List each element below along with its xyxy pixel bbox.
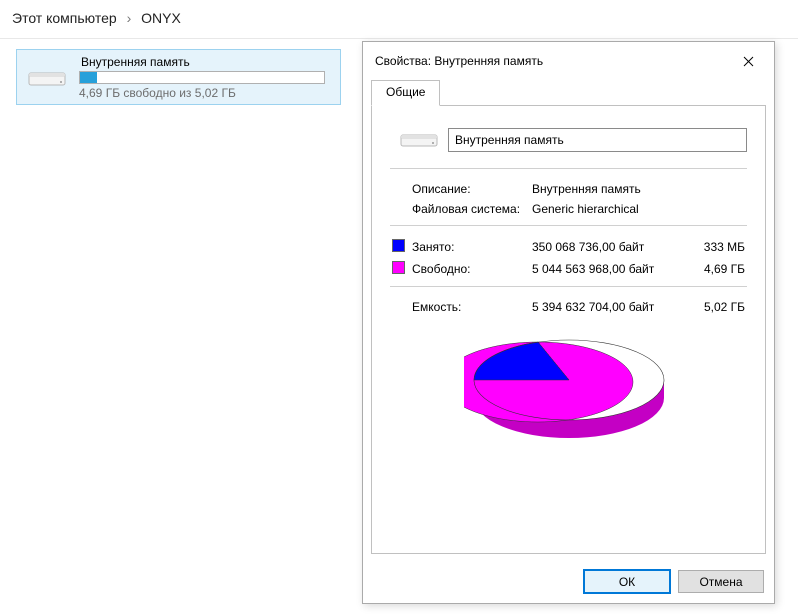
description-label: Описание: [410, 179, 530, 199]
breadcrumb-root[interactable]: Этот компьютер [12, 10, 117, 26]
capacity-bytes: 5 394 632 704,00 байт [530, 297, 677, 317]
free-hr: 4,69 ГБ [677, 258, 747, 280]
free-bytes: 5 044 563 968,00 байт [530, 258, 677, 280]
drive-icon [390, 126, 448, 154]
dialog-titlebar[interactable]: Свойства: Внутренняя память [363, 42, 774, 80]
drive-title: Внутренняя память [79, 55, 332, 69]
drive-subtitle: 4,69 ГБ свободно из 5,02 ГБ [79, 86, 332, 100]
separator [390, 286, 747, 287]
dialog-title: Свойства: Внутренняя память [375, 54, 728, 68]
capacity-hr: 5,02 ГБ [677, 297, 747, 317]
tab-general[interactable]: Общие [371, 80, 440, 106]
breadcrumb[interactable]: Этот компьютер › ONYX [0, 0, 798, 39]
drive-item[interactable]: Внутренняя память 4,69 ГБ свободно из 5,… [16, 49, 341, 105]
used-hr: 333 МБ [677, 236, 747, 258]
ok-button[interactable]: ОК [584, 570, 670, 593]
pie-chart [464, 325, 674, 445]
filesystem-label: Файловая система: [410, 199, 530, 219]
cancel-button[interactable]: Отмена [678, 570, 764, 593]
used-bytes: 350 068 736,00 байт [530, 236, 677, 258]
description-value: Внутренняя память [530, 179, 747, 199]
tab-strip: Общие [371, 80, 766, 106]
tab-body: Описание: Внутренняя память Файловая сис… [371, 106, 766, 554]
free-label: Свободно: [410, 258, 530, 280]
drive-usage-bar [79, 71, 325, 84]
breadcrumb-child[interactable]: ONYX [141, 10, 181, 26]
filesystem-value: Generic hierarchical [530, 199, 747, 219]
chevron-right-icon: › [127, 10, 132, 26]
used-label: Занято: [410, 236, 530, 258]
close-button[interactable] [728, 50, 768, 72]
capacity-label: Емкость: [410, 297, 530, 317]
drive-name-input[interactable] [448, 128, 747, 152]
drive-icon [25, 56, 69, 100]
close-icon [743, 56, 754, 67]
free-color-swatch [392, 261, 405, 274]
separator [390, 225, 747, 226]
properties-dialog: Свойства: Внутренняя память Общие [362, 41, 775, 604]
used-color-swatch [392, 239, 405, 252]
separator [390, 168, 747, 169]
